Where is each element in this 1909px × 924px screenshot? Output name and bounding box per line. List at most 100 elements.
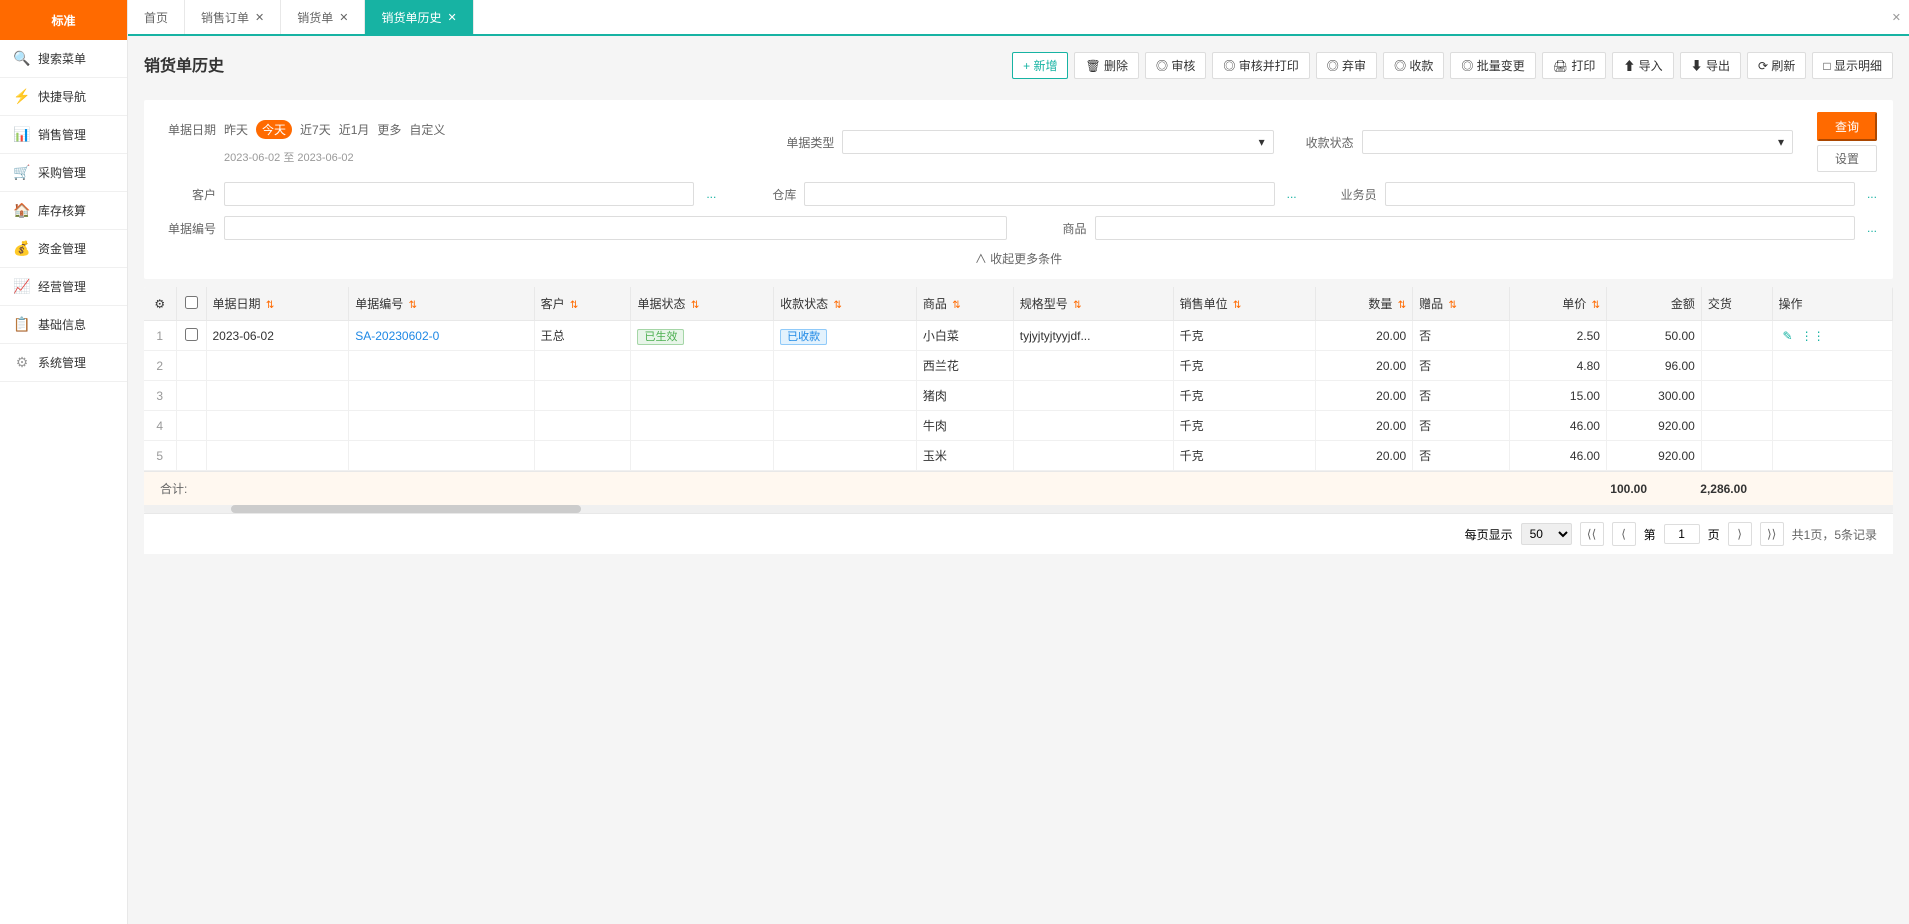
sidebar-item-sales-mgmt[interactable]: 📊 销售管理 — [0, 116, 127, 154]
row-checkbox-cell[interactable] — [176, 351, 206, 381]
col-gear[interactable]: ⚙ — [144, 287, 176, 321]
tab-close-sales-history[interactable]: ✕ — [448, 11, 457, 24]
col-qty[interactable]: 数量 ⇅ — [1316, 287, 1413, 321]
content-area: 销货单历史 + 新增 🗑 删除 ◎ 审核 ◎ 审核并打印 ◎ 弃审 ◎ 收款 ◎… — [128, 36, 1909, 924]
last-page-button[interactable]: ⟩⟩ — [1760, 522, 1784, 546]
col-collect-status[interactable]: 收款状态 ⇅ — [774, 287, 917, 321]
collect-button[interactable]: ◎ 收款 — [1383, 52, 1444, 79]
abandon-button[interactable]: ◎ 弃审 — [1316, 52, 1377, 79]
tab-close-sales-order[interactable]: ✕ — [255, 11, 264, 24]
shortcut-1month[interactable]: 近1月 — [339, 121, 370, 138]
export-button[interactable]: ⬇ 导出 — [1680, 52, 1741, 79]
row-checkbox-cell[interactable] — [176, 441, 206, 471]
sidebar-item-inventory[interactable]: 🏠 库存核算 — [0, 192, 127, 230]
tab-sales-order[interactable]: 销售订单 ✕ — [185, 0, 281, 34]
shortcut-custom[interactable]: 自定义 — [409, 121, 445, 138]
col-doc-date[interactable]: 单据日期 ⇅ — [206, 287, 349, 321]
import-button[interactable]: ⬆ 导入 — [1612, 52, 1673, 79]
first-page-button[interactable]: ⟨⟨ — [1580, 522, 1604, 546]
page-size-select[interactable]: 20 50 100 — [1521, 523, 1572, 545]
prev-page-button[interactable]: ⟨ — [1612, 522, 1636, 546]
new-button[interactable]: + 新增 — [1012, 52, 1068, 79]
select-all-checkbox[interactable] — [185, 296, 198, 309]
page-number-input[interactable] — [1664, 524, 1700, 544]
delete-button[interactable]: 🗑 删除 — [1074, 52, 1139, 79]
col-goods[interactable]: 商品 ⇅ — [916, 287, 1013, 321]
show-detail-button[interactable]: □ 显示明细 — [1812, 52, 1893, 79]
audit-print-button[interactable]: ◎ 审核并打印 — [1212, 52, 1309, 79]
sidebar-item-basic-info[interactable]: 📋 基础信息 — [0, 306, 127, 344]
sidebar-item-purchase-mgmt[interactable]: 🛒 采购管理 — [0, 154, 127, 192]
collect-status-filter: 收款状态 ▾ — [1298, 130, 1793, 154]
sidebar-item-ops-mgmt[interactable]: 📈 经营管理 — [0, 268, 127, 306]
col-doc-no[interactable]: 单据编号 ⇅ — [349, 287, 534, 321]
table-settings-icon[interactable]: ⚙ — [154, 297, 165, 311]
more-action-button[interactable]: ⋮⋮ — [1797, 329, 1829, 343]
collect-status-select[interactable]: ▾ — [1362, 130, 1793, 154]
date-filter-label: 单据日期 — [160, 121, 216, 138]
shortcut-7days[interactable]: 近7天 — [300, 121, 331, 138]
doc-no-link[interactable]: SA-20230602-0 — [355, 329, 439, 343]
col-doc-status[interactable]: 单据状态 ⇅ — [631, 287, 774, 321]
collapse-filter-button[interactable]: ∧ 收起更多条件 — [160, 250, 1877, 267]
setting-button[interactable]: 设置 — [1817, 145, 1877, 172]
close-all-tabs-button[interactable]: ✕ — [1892, 11, 1901, 24]
goods-input[interactable] — [1095, 216, 1855, 240]
warehouse-label: 仓库 — [740, 186, 796, 203]
col-spec[interactable]: 规格型号 ⇅ — [1013, 287, 1173, 321]
goods-picker-button[interactable]: ... — [1867, 221, 1877, 235]
chevron-down-icon: ▾ — [1778, 135, 1784, 149]
audit-button[interactable]: ◎ 审核 — [1145, 52, 1206, 79]
scrollbar-thumb[interactable] — [231, 505, 581, 513]
print-button[interactable]: 🖨 打印 — [1542, 52, 1607, 79]
horizontal-scrollbar[interactable] — [144, 505, 1893, 513]
shortcut-yesterday[interactable]: 昨天 — [224, 121, 248, 138]
customer-picker-button[interactable]: ... — [706, 187, 716, 201]
row-number: 1 — [144, 321, 176, 351]
shortcut-more[interactable]: 更多 — [377, 121, 401, 138]
table-row: 5 玉米 千克 20.00 否 46.00 920.00 — [144, 441, 1893, 471]
row-trade — [1701, 411, 1772, 441]
salesperson-input[interactable] — [1385, 182, 1855, 206]
tab-close-sales-goods[interactable]: ✕ — [339, 11, 348, 24]
row-goods: 玉米 — [916, 441, 1013, 471]
edit-action-button[interactable]: ✎ — [1779, 329, 1797, 343]
row-checkbox-cell[interactable] — [176, 321, 206, 351]
toolbar-actions: + 新增 🗑 删除 ◎ 审核 ◎ 审核并打印 ◎ 弃审 ◎ 收款 ◎ 批量变更 … — [1012, 52, 1893, 79]
table-row: 1 2023-06-02 SA-20230602-0 王总 已生效 已收款 小白… — [144, 321, 1893, 351]
refresh-button[interactable]: ⟳ 刷新 — [1747, 52, 1806, 79]
sidebar-item-sys-mgmt[interactable]: ⚙ 系统管理 — [0, 344, 127, 382]
customer-input[interactable] — [224, 182, 694, 206]
row-checkbox-cell[interactable] — [176, 411, 206, 441]
tab-home[interactable]: 首页 — [128, 0, 185, 34]
warehouse-input[interactable] — [804, 182, 1274, 206]
row-doc-no — [349, 351, 534, 381]
next-page-button[interactable]: ⟩ — [1728, 522, 1752, 546]
row-goods: 牛肉 — [916, 411, 1013, 441]
col-sales-unit[interactable]: 销售单位 ⇅ — [1173, 287, 1316, 321]
col-checkbox[interactable] — [176, 287, 206, 321]
sales-mgmt-icon: 📊 — [14, 127, 30, 143]
doc-no-input[interactable] — [224, 216, 1007, 240]
tab-sales-goods[interactable]: 销货单 ✕ — [281, 0, 365, 34]
sidebar-item-quick-nav[interactable]: ⚡ 快捷导航 — [0, 78, 127, 116]
row-customer — [534, 381, 631, 411]
warehouse-picker-button[interactable]: ... — [1287, 187, 1297, 201]
footer-label: 合计: — [160, 480, 187, 497]
salesperson-picker-button[interactable]: ... — [1867, 187, 1877, 201]
row-goods: 西兰花 — [916, 351, 1013, 381]
col-gift[interactable]: 赠品 ⇅ — [1413, 287, 1510, 321]
row-checkbox[interactable] — [185, 328, 198, 341]
row-trade — [1701, 351, 1772, 381]
sidebar-item-finance-mgmt[interactable]: 💰 资金管理 — [0, 230, 127, 268]
batch-change-button[interactable]: ◎ 批量变更 — [1450, 52, 1535, 79]
sidebar-item-search-menu[interactable]: 🔍 搜索菜单 — [0, 40, 127, 78]
shortcut-today[interactable]: 今天 — [256, 120, 292, 139]
row-checkbox-cell[interactable] — [176, 381, 206, 411]
sort-icon-qty: ⇅ — [1398, 300, 1406, 311]
query-button[interactable]: 查询 — [1817, 112, 1877, 141]
doc-type-select[interactable]: ▾ — [842, 130, 1273, 154]
tab-sales-history[interactable]: 销货单历史 ✕ — [365, 0, 473, 34]
col-unit-price[interactable]: 单价 ⇅ — [1510, 287, 1607, 321]
col-customer[interactable]: 客户 ⇅ — [534, 287, 631, 321]
